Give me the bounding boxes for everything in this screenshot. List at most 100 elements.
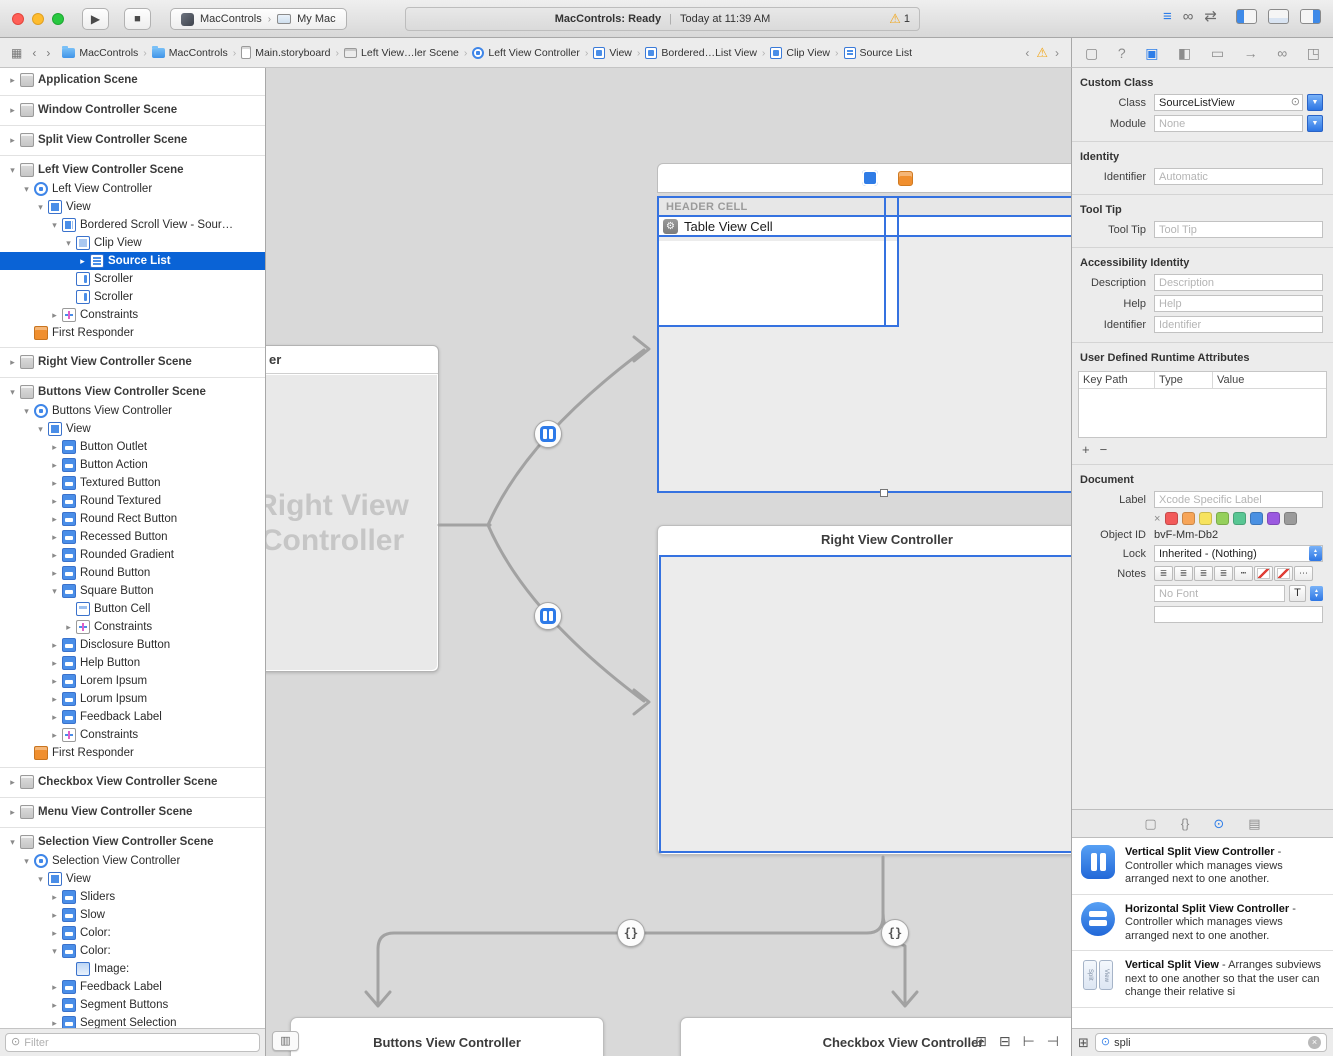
disclosure-triangle[interactable]: ▸ xyxy=(6,807,19,818)
related-items-icon[interactable]: ▦ xyxy=(8,46,25,60)
disclosure-triangle[interactable]: ▸ xyxy=(48,730,61,741)
forward-button[interactable]: › xyxy=(43,46,53,60)
disclosure-triangle[interactable]: ▸ xyxy=(6,75,19,86)
zoom-window-button[interactable] xyxy=(52,13,64,25)
disclosure-triangle[interactable]: ▸ xyxy=(48,1000,61,1011)
outline-row-selection-view-controller-scene[interactable]: ▾Selection View Controller Scene xyxy=(0,832,265,852)
outline-row-buttons-view-controller-scene[interactable]: ▾Buttons View Controller Scene xyxy=(0,382,265,402)
outline-row-scroller[interactable]: Scroller xyxy=(0,288,265,306)
background-color-button[interactable] xyxy=(1274,566,1293,581)
breadcrumb-item-maccontrols[interactable]: MacControls xyxy=(62,47,138,59)
disclosure-triangle[interactable]: ▾ xyxy=(20,856,33,867)
disclosure-triangle[interactable]: ▸ xyxy=(62,622,75,633)
disclosure-triangle[interactable]: ▾ xyxy=(20,406,33,417)
outline-filter-field[interactable]: ⊙ xyxy=(5,1033,260,1052)
add-attribute-button[interactable]: + xyxy=(1082,442,1090,457)
dashes-button[interactable]: ┅ xyxy=(1234,566,1253,581)
align-center-button[interactable]: ≣ xyxy=(1174,566,1193,581)
align-justify-button[interactable]: ≣ xyxy=(1214,566,1233,581)
accessibility-identifier-input[interactable] xyxy=(1154,316,1323,333)
quick-help-inspector-tab[interactable]: ? xyxy=(1118,46,1126,60)
breadcrumb-item-left-view-ler-scene[interactable]: Left View…ler Scene xyxy=(344,47,459,59)
outline-row-left-view-controller[interactable]: ▾Left View Controller xyxy=(0,180,265,198)
disclosure-triangle[interactable]: ▾ xyxy=(6,837,19,848)
outline-row-segment-selection[interactable]: ▸Segment Selection xyxy=(0,1014,265,1028)
color-chip-4[interactable] xyxy=(1233,512,1246,525)
outline-row-application-scene[interactable]: ▸Application Scene xyxy=(0,70,265,90)
disclosure-triangle[interactable]: ▾ xyxy=(48,586,61,597)
document-outline-toggle-button[interactable]: ▥ xyxy=(272,1031,299,1051)
restoration-identifier-input[interactable] xyxy=(1154,168,1323,185)
accessibility-help-input[interactable] xyxy=(1154,295,1323,312)
font-stepper[interactable]: ▲▼ xyxy=(1310,586,1323,601)
outline-row-round-button[interactable]: ▸Round Button xyxy=(0,564,265,582)
disclosure-triangle[interactable]: ▾ xyxy=(62,238,75,249)
view-controller-view[interactable] xyxy=(659,555,1071,853)
view-effects-inspector-tab[interactable]: ◳ xyxy=(1307,46,1320,60)
accessibility-description-input[interactable] xyxy=(1154,274,1323,291)
outline-row-first-responder[interactable]: First Responder xyxy=(0,744,265,762)
outline-row-bordered-scroll-view-sour[interactable]: ▾Bordered Scroll View - Sour… xyxy=(0,216,265,234)
resize-handle[interactable] xyxy=(880,489,888,497)
disclosure-triangle[interactable]: ▸ xyxy=(6,777,19,788)
media-library-tab[interactable]: ▤ xyxy=(1248,817,1260,830)
outline-row-slow[interactable]: ▸Slow xyxy=(0,906,265,924)
disclosure-triangle[interactable]: ▸ xyxy=(48,460,61,471)
color-chip-3[interactable] xyxy=(1216,512,1229,525)
align-right-button[interactable]: ≣ xyxy=(1194,566,1213,581)
color-chip-5[interactable] xyxy=(1250,512,1263,525)
bindings-inspector-tab[interactable]: ∞ xyxy=(1277,46,1287,60)
previous-issue-button[interactable]: ‹ xyxy=(1025,46,1029,60)
outline-row-feedback-label[interactable]: ▸Feedback Label xyxy=(0,708,265,726)
disclosure-triangle[interactable]: ▸ xyxy=(48,928,61,939)
disclosure-triangle[interactable]: ▸ xyxy=(48,478,61,489)
outline-row-square-button[interactable]: ▾Square Button xyxy=(0,582,265,600)
outline-row-round-rect-button[interactable]: ▸Round Rect Button xyxy=(0,510,265,528)
set-font-button[interactable]: T xyxy=(1289,585,1306,602)
disclosure-triangle[interactable]: ▸ xyxy=(48,694,61,705)
standard-editor-button[interactable]: ≡ xyxy=(1163,9,1172,24)
more-formatting-button[interactable]: ⋯ xyxy=(1294,566,1313,581)
warning-count-badge[interactable]: ⚠ 1 xyxy=(889,12,910,25)
breadcrumb-item-main-storyboard[interactable]: Main.storyboard xyxy=(241,46,330,59)
outline-row-lorum-ipsum[interactable]: ▸Lorum Ipsum xyxy=(0,690,265,708)
outline-row-view[interactable]: ▾View xyxy=(0,198,265,216)
outline-row-scroller[interactable]: Scroller xyxy=(0,270,265,288)
disclosure-triangle[interactable]: ▸ xyxy=(6,135,19,146)
disclosure-triangle[interactable]: ▾ xyxy=(34,202,47,213)
outline-row-disclosure-button[interactable]: ▸Disclosure Button xyxy=(0,636,265,654)
outline-row-segment-buttons[interactable]: ▸Segment Buttons xyxy=(0,996,265,1014)
object-library-tab[interactable]: ⊙ xyxy=(1213,817,1224,830)
outline-row-view[interactable]: ▾View xyxy=(0,870,265,888)
window-content[interactable]: Right View Controller xyxy=(266,375,437,670)
disclosure-triangle[interactable]: ▾ xyxy=(34,874,47,885)
library-filter-input[interactable] xyxy=(1114,1037,1304,1049)
outline-row-textured-button[interactable]: ▸Textured Button xyxy=(0,474,265,492)
storyboard-canvas[interactable]: er Right View Controller HEADER CELL ⚙ T… xyxy=(266,68,1071,1056)
breadcrumb-item-view[interactable]: View xyxy=(593,47,632,59)
stop-button[interactable]: ■ xyxy=(124,8,151,30)
disclosure-triangle[interactable]: ▾ xyxy=(20,184,33,195)
table-header-cell[interactable]: HEADER CELL xyxy=(659,198,1071,217)
buttons-view-controller-window[interactable]: Buttons View Controller xyxy=(290,1017,604,1056)
outline-row-constraints[interactable]: ▸Constraints xyxy=(0,726,265,744)
relationship-segue-badge[interactable]: {} xyxy=(617,919,645,947)
disclosure-triangle[interactable]: ▾ xyxy=(48,946,61,957)
library-filter-field[interactable]: ⊙ × xyxy=(1095,1033,1327,1052)
outline-row-image[interactable]: Image: xyxy=(0,960,265,978)
module-input[interactable] xyxy=(1154,115,1303,132)
relationship-segue-badge[interactable]: {} xyxy=(881,919,909,947)
vertical-split-segue-badge[interactable] xyxy=(534,602,562,630)
outline-row-lorem-ipsum[interactable]: ▸Lorem Ipsum xyxy=(0,672,265,690)
outline-row-sliders[interactable]: ▸Sliders xyxy=(0,888,265,906)
breadcrumb-item-left-view-controller[interactable]: Left View Controller xyxy=(472,47,579,59)
outline-row-constraints[interactable]: ▸Constraints xyxy=(0,618,265,636)
disclosure-triangle[interactable]: ▾ xyxy=(34,424,47,435)
color-chip-0[interactable] xyxy=(1165,512,1178,525)
lock-dropdown[interactable]: Inherited - (Nothing) ▲▼ xyxy=(1154,545,1323,562)
jump-to-class-icon[interactable]: ⊙ xyxy=(1291,96,1300,109)
size-inspector-tab[interactable]: ▭ xyxy=(1211,46,1224,60)
library-grid-toggle-icon[interactable]: ⊞ xyxy=(1078,1036,1089,1049)
runtime-attributes-table[interactable]: Key Path Type Value xyxy=(1078,371,1327,438)
resolve-auto-layout-button[interactable]: ⊣ xyxy=(1047,1031,1059,1051)
